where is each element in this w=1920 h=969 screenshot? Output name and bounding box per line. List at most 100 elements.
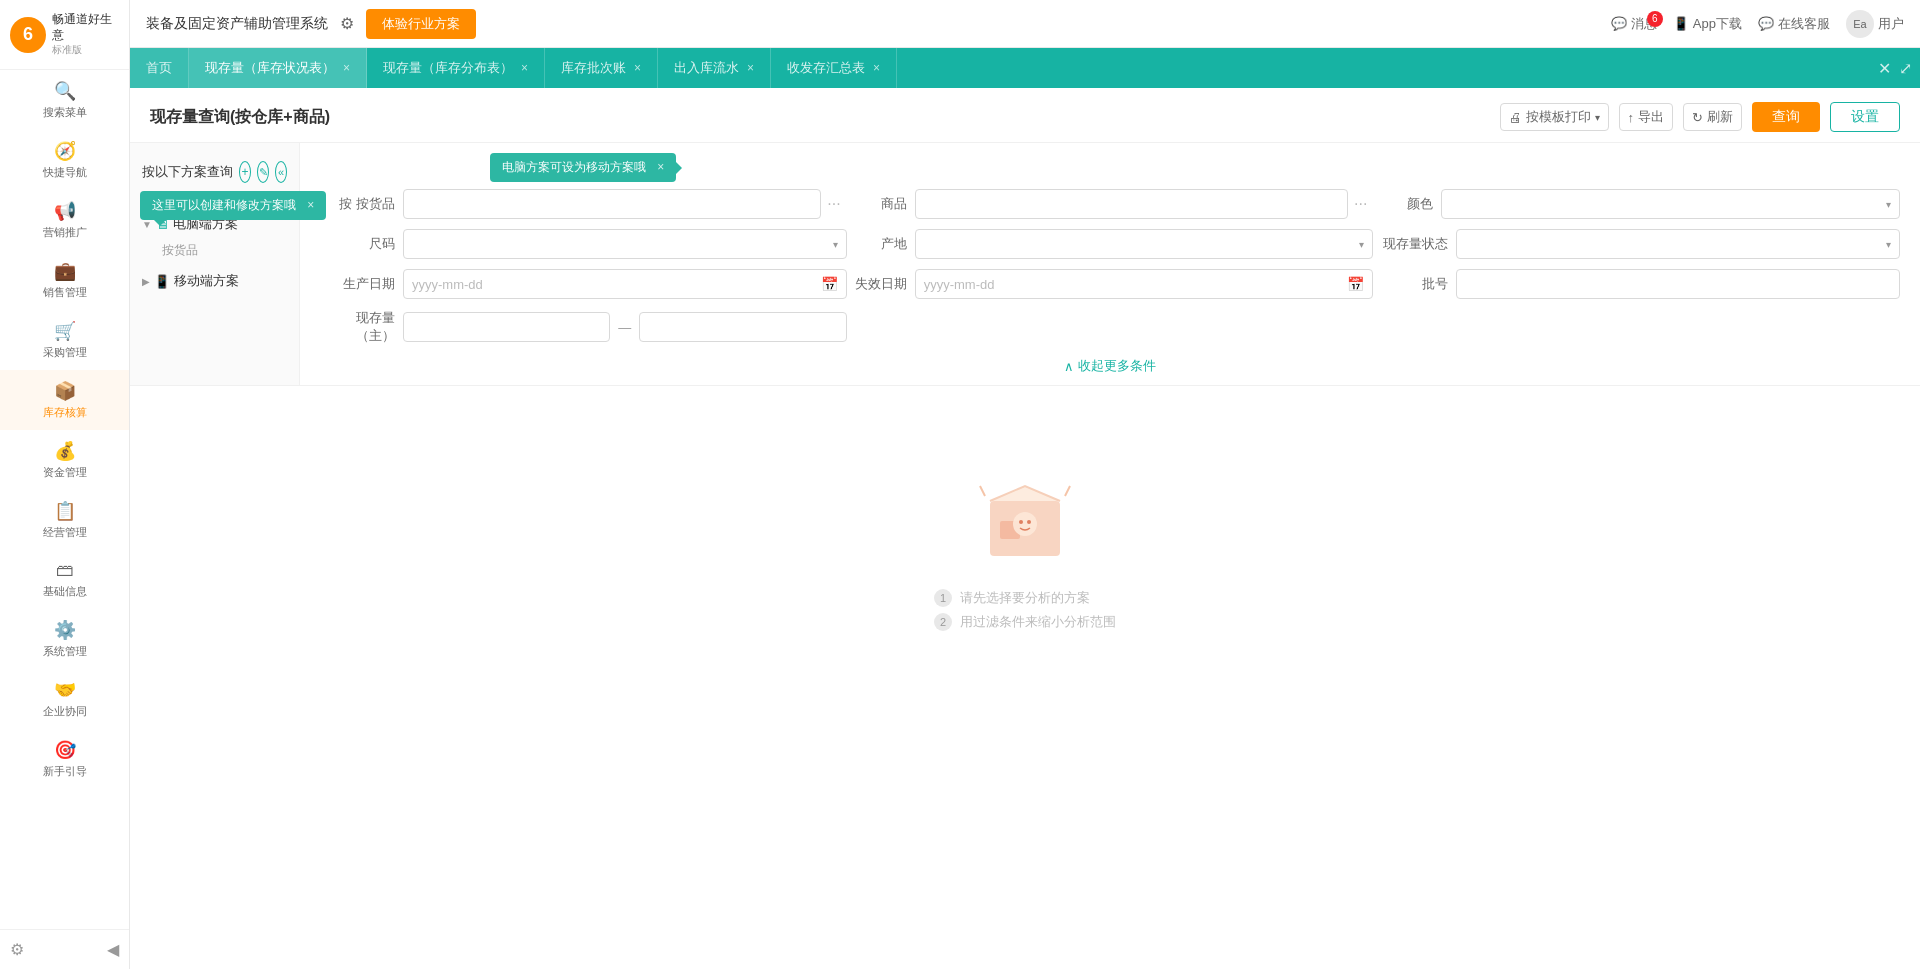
tooltip1-close[interactable]: × — [657, 160, 664, 174]
tab-inventory-dist[interactable]: 现存量（库存分布表） × — [367, 48, 545, 88]
stock-qty-dash: — — [610, 320, 639, 335]
color-label: 颜色 — [1373, 195, 1433, 213]
stock-status-chevron-icon: ▾ — [1886, 239, 1891, 250]
tab-collect-summary[interactable]: 收发存汇总表 × — [771, 48, 897, 88]
app-download-item[interactable]: 📱 App下载 — [1673, 15, 1742, 33]
tab-in-out-flow[interactable]: 出入库流水 × — [658, 48, 771, 88]
size-label: 尺码 — [320, 235, 395, 253]
sidebar-item-marketing[interactable]: 📢 营销推广 — [0, 190, 129, 250]
size-select[interactable]: ▾ — [403, 229, 847, 259]
tab-close-icon[interactable]: × — [343, 61, 350, 75]
sidebar-item-guide[interactable]: 🧭 快捷导航 — [0, 130, 129, 190]
sidebar-item-finance[interactable]: 💰 资金管理 — [0, 430, 129, 490]
product-dots[interactable]: ··· — [1348, 195, 1373, 213]
warehouse-dots[interactable]: ··· — [821, 195, 846, 213]
edit-scheme-btn[interactable]: ✎ — [257, 161, 269, 183]
stock-qty-input-max[interactable] — [639, 312, 846, 342]
reset-button[interactable]: 设置 — [1830, 102, 1900, 132]
tab-close-icon[interactable]: × — [873, 61, 880, 75]
stock-status-select[interactable]: ▾ — [1456, 229, 1900, 259]
header-right: 💬 消息 6 📱 App下载 💬 在线客服 Ea 用户 — [1611, 10, 1904, 38]
sidebar-logo: 6 畅通道好生意 标准版 — [0, 0, 129, 70]
sidebar-item-sales[interactable]: 💼 销售管理 — [0, 250, 129, 310]
sidebar-item-label: 基础信息 — [43, 584, 87, 599]
collapse-btn[interactable]: ∧ 收起更多条件 — [320, 357, 1900, 375]
origin-chevron-icon: ▾ — [1359, 239, 1364, 250]
tab-close-icon[interactable]: × — [521, 61, 528, 75]
tab-inventory-status[interactable]: 现存量（库存状况表） × — [189, 48, 367, 88]
refresh-icon: ↻ — [1692, 110, 1703, 125]
add-scheme-btn[interactable]: + — [239, 161, 251, 183]
product-input[interactable] — [915, 189, 1348, 219]
filter-label: 按以下方案查询 — [142, 163, 233, 181]
origin-select[interactable]: ▾ — [915, 229, 1374, 259]
empty-state-steps: 1 请先选择要分析的方案 2 用过滤条件来缩小分析范围 — [934, 589, 1116, 631]
expand-icon[interactable]: ⤢ — [1899, 59, 1912, 78]
tab-batch-ledger-label: 库存批次账 — [561, 59, 626, 77]
sidebar-item-newbie[interactable]: 🎯 新手引导 — [0, 729, 129, 789]
sidebar-item-search[interactable]: 🔍 搜索菜单 — [0, 70, 129, 130]
print-icon: 🖨 — [1509, 110, 1522, 125]
sidebar: 6 畅通道好生意 标准版 🔍 搜索菜单 🧭 快捷导航 📢 营销推广 💼 销售管理… — [0, 0, 130, 969]
tooltip2-close[interactable]: × — [307, 198, 314, 212]
sidebar-item-purchase[interactable]: 🛒 采购管理 — [0, 310, 129, 370]
collapse-sidebar-icon[interactable]: ◀ — [107, 940, 119, 959]
enterprise-icon: 🤝 — [54, 679, 76, 701]
tab-home-label: 首页 — [146, 59, 172, 77]
notification-item[interactable]: 💬 消息 6 — [1611, 15, 1657, 33]
search-button[interactable]: 查询 — [1752, 102, 1820, 132]
online-service-item[interactable]: 💬 在线客服 — [1758, 15, 1830, 33]
settings-bottom-icon[interactable]: ⚙ — [10, 940, 24, 959]
scheme-mobile[interactable]: ▶ 📱 移动端方案 — [130, 266, 299, 296]
sidebar-item-operations[interactable]: 📋 经营管理 — [0, 490, 129, 550]
color-select[interactable]: ▾ — [1441, 189, 1900, 219]
refresh-btn[interactable]: ↻ 刷新 — [1683, 103, 1742, 131]
filter-warehouse: 按 按货品 ··· — [320, 189, 847, 219]
sidebar-item-basic[interactable]: 🗃 基础信息 — [0, 550, 129, 609]
scheme-mobile-label: 移动端方案 — [174, 272, 239, 290]
empty-step-2: 2 用过滤条件来缩小分析范围 — [934, 613, 1116, 631]
step1-text: 请先选择要分析的方案 — [960, 589, 1090, 607]
step2-num: 2 — [934, 613, 952, 631]
header-settings-icon[interactable]: ⚙ — [340, 14, 354, 33]
production-date-input[interactable]: yyyy-mm-dd 📅 — [403, 269, 847, 299]
sidebar-item-system[interactable]: ⚙️ 系统管理 — [0, 609, 129, 669]
warehouse-input[interactable] — [403, 189, 821, 219]
scheme-sub-item[interactable]: 按货品 — [154, 239, 299, 262]
warehouse-label: 按 按货品 — [320, 195, 395, 213]
sidebar-item-enterprise[interactable]: 🤝 企业协同 — [0, 669, 129, 729]
tab-close-icon[interactable]: × — [634, 61, 641, 75]
batch-input[interactable] — [1456, 269, 1900, 299]
template-print-btn[interactable]: 🖨 按模板打印 ▾ — [1500, 103, 1609, 131]
tab-close-icon[interactable]: × — [747, 61, 754, 75]
back-scheme-btn[interactable]: « — [275, 161, 287, 183]
try-industry-btn[interactable]: 体验行业方案 — [366, 9, 476, 39]
filter-stock-status: 现存量状态 ▾ — [1373, 229, 1900, 259]
svg-point-3 — [1019, 520, 1023, 524]
filter-production-date: 生产日期 yyyy-mm-dd 📅 — [320, 269, 847, 299]
stock-qty-label: 现存量（主） — [320, 309, 395, 345]
tab-home[interactable]: 首页 — [130, 48, 189, 88]
sidebar-item-label: 资金管理 — [43, 465, 87, 480]
color-chevron-icon: ▾ — [1886, 199, 1891, 210]
tab-inventory-status-label: 现存量（库存状况表） — [205, 59, 335, 77]
service-icon: 💬 — [1758, 16, 1774, 31]
basic-icon: 🗃 — [56, 560, 74, 581]
finance-icon: 💰 — [54, 440, 76, 462]
stock-qty-input-min[interactable] — [403, 312, 610, 342]
sidebar-item-inventory[interactable]: 📦 库存核算 — [0, 370, 129, 430]
batch-label: 批号 — [1373, 275, 1448, 293]
user-item[interactable]: Ea 用户 — [1846, 10, 1904, 38]
expiry-date-input[interactable]: yyyy-mm-dd 📅 — [915, 269, 1374, 299]
export-icon: ↑ — [1628, 110, 1635, 125]
expiry-date-label: 失效日期 — [847, 275, 907, 293]
tooltip-desktop: 电脑方案可设为移动方案哦 × — [490, 153, 676, 182]
export-btn[interactable]: ↑ 导出 — [1619, 103, 1674, 131]
search-icon: 🔍 — [54, 80, 76, 102]
system-title: 装备及固定资产辅助管理系统 — [146, 15, 328, 33]
logo-text: 畅通道好生意 — [52, 12, 119, 43]
guide-icon: 🧭 — [54, 140, 76, 162]
close-all-tabs-icon[interactable]: ✕ — [1878, 59, 1891, 78]
newbie-icon: 🎯 — [54, 739, 76, 761]
tab-batch-ledger[interactable]: 库存批次账 × — [545, 48, 658, 88]
